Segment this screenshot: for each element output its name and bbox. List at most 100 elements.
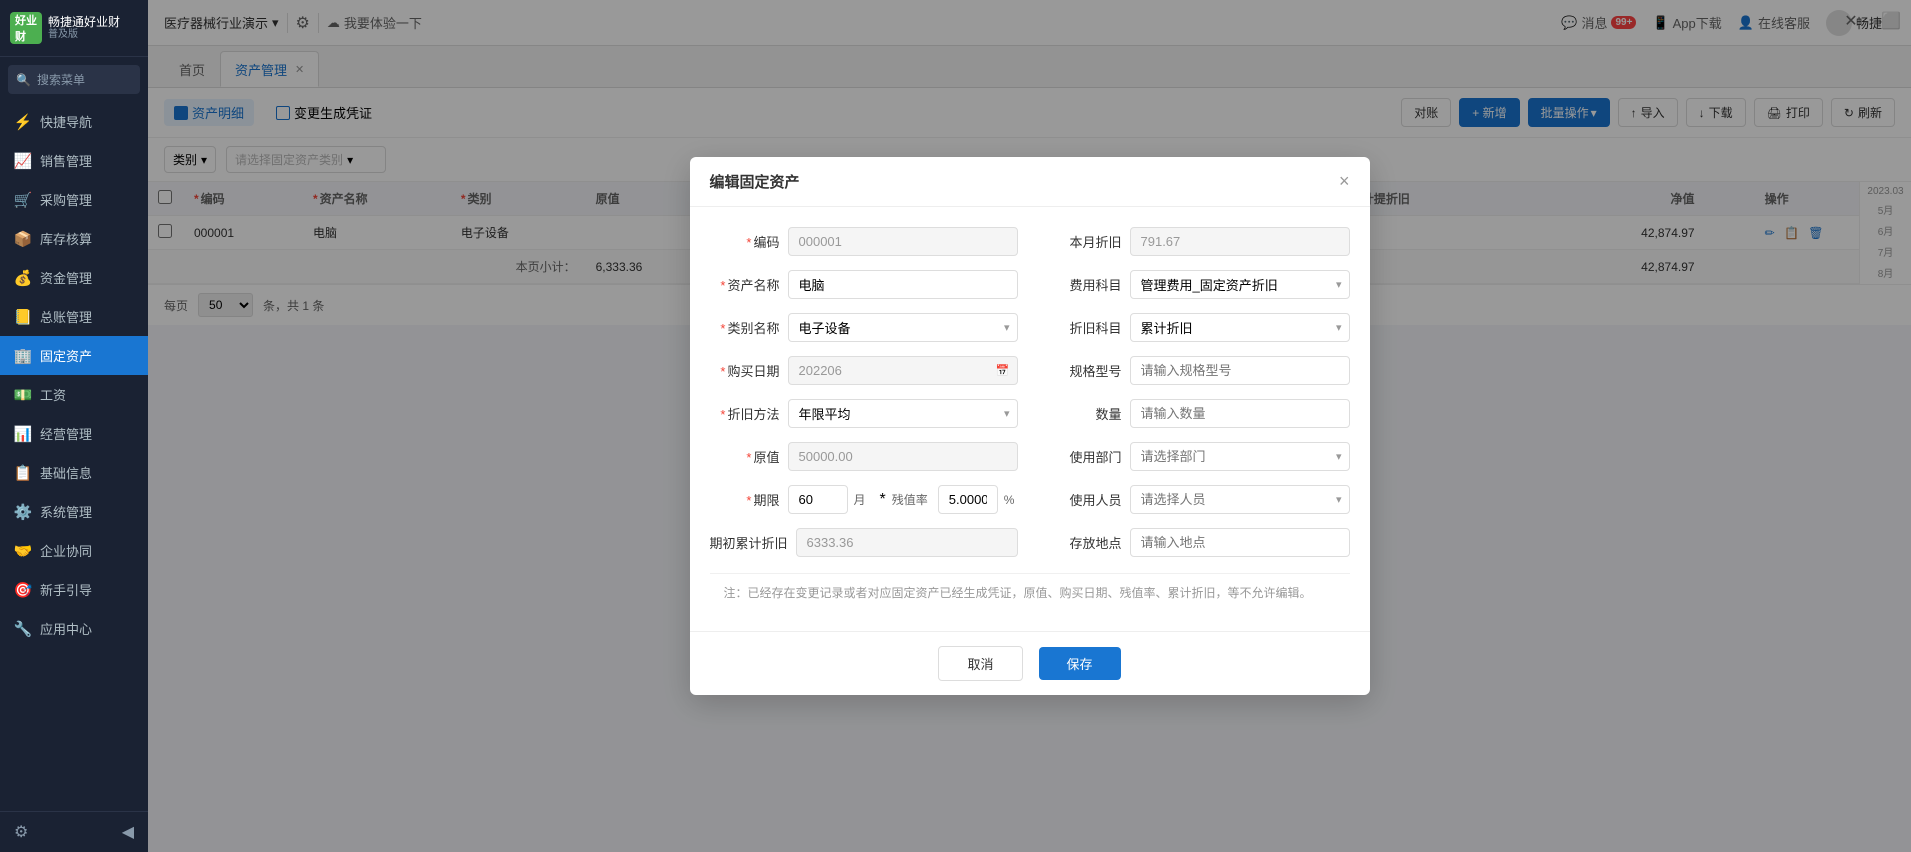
basic-icon: 📋 (14, 464, 32, 482)
sidebar-item-basic[interactable]: 📋 基础信息 (0, 453, 148, 492)
form-row-original-value: *原值 (710, 442, 1018, 471)
asset-name-input[interactable] (788, 270, 1018, 299)
quantity-input[interactable] (1130, 399, 1350, 428)
department-input[interactable] (1130, 442, 1350, 471)
nav-list: ⚡ 快捷导航 📈 销售管理 🛒 采购管理 📦 库存核算 💰 资金管理 📒 总账管… (0, 102, 148, 811)
location-label: 存放地点 (1042, 533, 1122, 552)
form-row-spec: 规格型号 (1042, 356, 1350, 385)
form-right: 本月折旧 费用科目 ▾ (1042, 227, 1350, 557)
operations-icon: 📊 (14, 425, 32, 443)
sidebar-item-quicknav[interactable]: ⚡ 快捷导航 (0, 102, 148, 141)
dep-cat-select-wrap: ▾ (1130, 313, 1350, 342)
period-label: *期限 (710, 490, 780, 509)
form-row-purchase-date: *购买日期 📅 (710, 356, 1018, 385)
location-input[interactable] (1130, 528, 1350, 557)
form-row-department: 使用部门 ▾ (1042, 442, 1350, 471)
dialog-header: 编辑固定资产 × (690, 157, 1370, 207)
purchase-date-wrap: 📅 (788, 356, 1018, 385)
inventory-icon: 📦 (14, 230, 32, 248)
logo-icon: 好业财 (10, 12, 42, 44)
sidebar-item-enterprise[interactable]: 🤝 企业协同 (0, 531, 148, 570)
current-dep-label: 本月折旧 (1042, 232, 1122, 251)
residual-rate-label: 残值率 (892, 491, 928, 508)
category-label: *类别名称 (710, 318, 780, 337)
ledger-icon: 📒 (14, 308, 32, 326)
expense-cat-input[interactable] (1130, 270, 1350, 299)
fixed-assets-icon: 🏢 (14, 347, 32, 365)
current-dep-input[interactable] (1130, 227, 1350, 256)
sidebar-item-newbie[interactable]: 🎯 新手引导 (0, 570, 148, 609)
department-select-wrap: ▾ (1130, 442, 1350, 471)
collapse-icon[interactable]: ◀ (122, 822, 134, 842)
dialog-footer: 取消 保存 (690, 631, 1370, 695)
form-grid: *编码 *资产名称 (710, 227, 1350, 557)
dialog-body: *编码 *资产名称 (690, 207, 1370, 631)
expense-cat-label: 费用科目 (1042, 275, 1122, 294)
form-row-current-dep: 本月折旧 (1042, 227, 1350, 256)
edit-asset-dialog: 编辑固定资产 × *编码 (690, 157, 1370, 695)
sidebar-item-operations[interactable]: 📊 经营管理 (0, 414, 148, 453)
user-input[interactable] (1130, 485, 1350, 514)
dialog-note: 注：已经存在变更记录或者对应固定资产已经生成凭证，原值、购买日期、残值率、累计折… (710, 573, 1350, 611)
apps-icon: 🔧 (14, 620, 32, 638)
sidebar-item-finance[interactable]: 💰 资金管理 (0, 258, 148, 297)
sidebar-item-apps[interactable]: 🔧 应用中心 (0, 609, 148, 648)
form-row-asset-name: *资产名称 (710, 270, 1018, 299)
user-select-wrap: ▾ (1130, 485, 1350, 514)
code-input[interactable] (788, 227, 1018, 256)
form-row-quantity: 数量 (1042, 399, 1350, 428)
dep-method-select-wrap: ▾ (788, 399, 1018, 428)
sidebar-item-inventory[interactable]: 📦 库存核算 (0, 219, 148, 258)
form-row-expense-cat: 费用科目 ▾ (1042, 270, 1350, 299)
main-content: 医疗器械行业演示 ▾ ⚙ ☁ 我要体验一下 💬 消息 99+ 📱 App下载 � (148, 0, 1911, 852)
department-label: 使用部门 (1042, 447, 1122, 466)
dep-method-input[interactable] (788, 399, 1018, 428)
sidebar-item-sales[interactable]: 📈 销售管理 (0, 141, 148, 180)
newbie-icon: 🎯 (14, 581, 32, 599)
purchase-date-input[interactable] (788, 356, 1018, 385)
period-input[interactable] (788, 485, 848, 514)
save-button[interactable]: 保存 (1039, 647, 1121, 680)
settings-icon[interactable]: ⚙ (14, 822, 28, 842)
cancel-button[interactable]: 取消 (938, 646, 1022, 681)
form-row-location: 存放地点 (1042, 528, 1350, 557)
form-row-user: 使用人员 ▾ (1042, 485, 1350, 514)
original-value-label: *原值 (710, 447, 780, 466)
code-label: *编码 (710, 232, 780, 251)
finance-icon: 💰 (14, 269, 32, 287)
initial-dep-label: 期初累计折旧 (710, 533, 788, 552)
purchase-icon: 🛒 (14, 191, 32, 209)
period-unit: 月 (854, 491, 866, 508)
sales-icon: 📈 (14, 152, 32, 170)
sidebar-item-system[interactable]: ⚙️ 系统管理 (0, 492, 148, 531)
app-logo: 好业财 畅捷通好业财 普及版 (0, 0, 148, 57)
form-row-dep-cat: 折旧科目 ▾ (1042, 313, 1350, 342)
search-menu[interactable]: 🔍 搜索菜单 (8, 65, 140, 94)
form-left: *编码 *资产名称 (710, 227, 1018, 557)
sidebar-item-salary[interactable]: 💵 工资 (0, 375, 148, 414)
category-input[interactable] (788, 313, 1018, 342)
form-row-category: *类别名称 ▾ (710, 313, 1018, 342)
sidebar-item-fixed-assets[interactable]: 🏢 固定资产 (0, 336, 148, 375)
sidebar-item-purchase[interactable]: 🛒 采购管理 (0, 180, 148, 219)
sidebar-item-ledger[interactable]: 📒 总账管理 (0, 297, 148, 336)
expense-cat-select-wrap: ▾ (1130, 270, 1350, 299)
dep-cat-input[interactable] (1130, 313, 1350, 342)
original-value-input[interactable] (788, 442, 1018, 471)
form-row-dep-method: *折旧方法 ▾ (710, 399, 1018, 428)
dialog-close-button[interactable]: × (1339, 171, 1350, 192)
spec-label: 规格型号 (1042, 361, 1122, 380)
form-row-initial-dep: 期初累计折旧 (710, 528, 1018, 557)
spec-input[interactable] (1130, 356, 1350, 385)
period-inline: 月 * 残值率 % (788, 485, 1015, 514)
search-icon: 🔍 (16, 73, 31, 87)
asset-name-label: *资产名称 (710, 275, 780, 294)
form-row-code: *编码 (710, 227, 1018, 256)
logo-text: 畅捷通好业财 普及版 (48, 15, 120, 41)
initial-dep-input[interactable] (796, 528, 1018, 557)
form-row-period: *期限 月 * 残值率 % (710, 485, 1018, 514)
quicknav-icon: ⚡ (14, 113, 32, 131)
user-label: 使用人员 (1042, 490, 1122, 509)
residual-rate-input[interactable] (938, 485, 998, 514)
dep-cat-label: 折旧科目 (1042, 318, 1122, 337)
